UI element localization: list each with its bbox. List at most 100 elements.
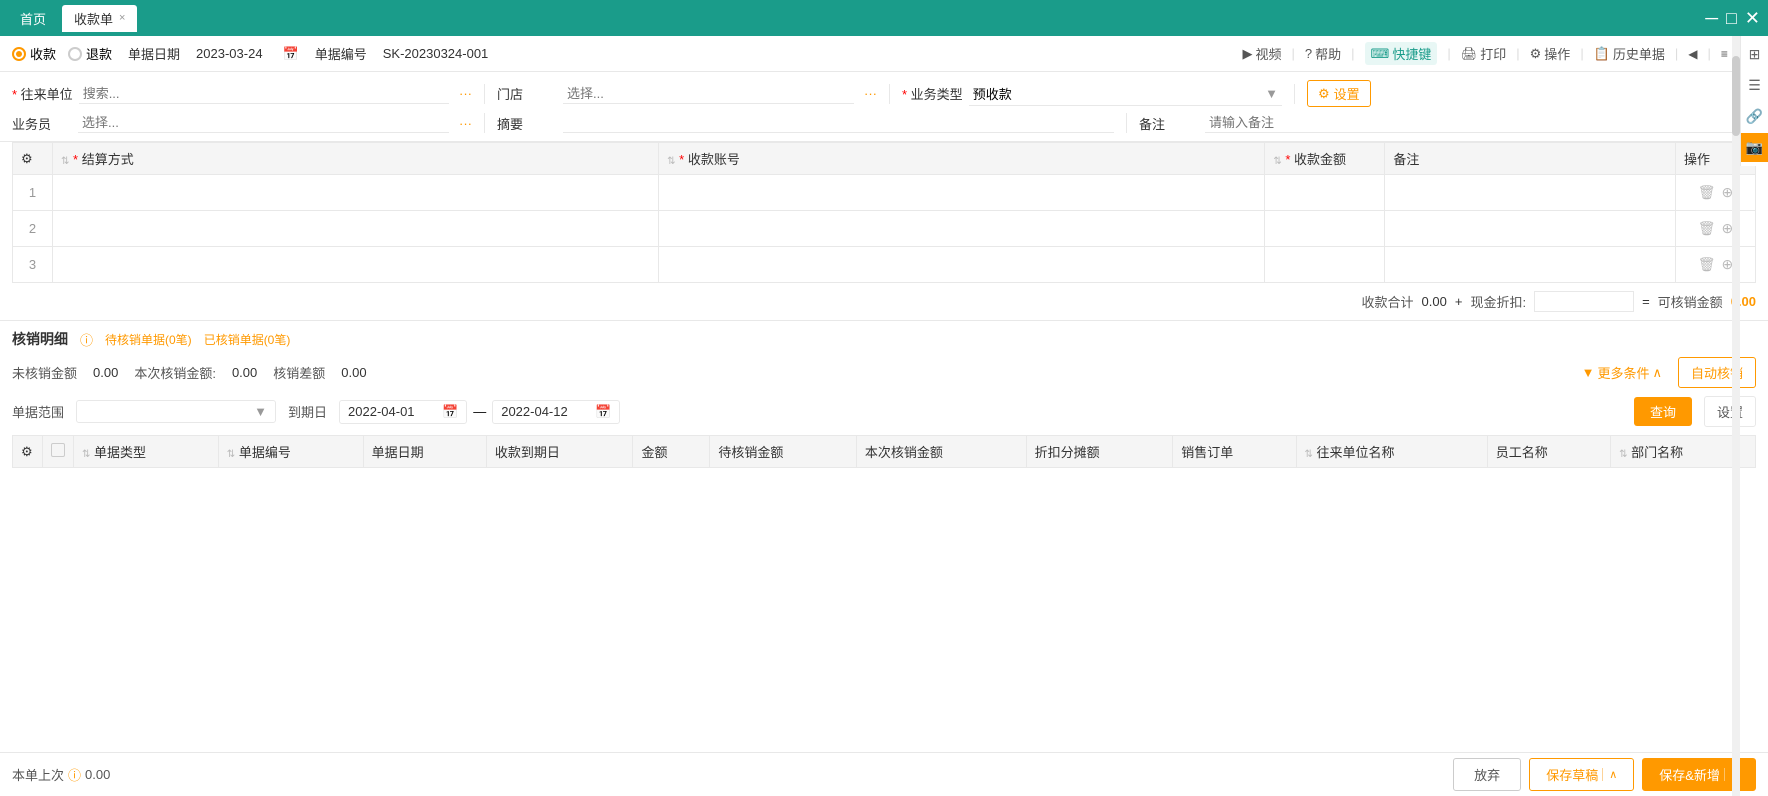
th-amount: 金额: [633, 436, 710, 468]
shortcut-btn[interactable]: ⌨ 快捷键: [1365, 42, 1438, 65]
row2-account[interactable]: [659, 211, 1265, 247]
right-panel-camera-icon[interactable]: 📷: [1741, 133, 1768, 162]
row3-settle[interactable]: [53, 247, 659, 283]
save-draft-btn[interactable]: 保存草稿 ∧: [1529, 758, 1634, 791]
business-type-dropdown[interactable]: 预收款 ▼: [969, 82, 1282, 106]
th-settings[interactable]: ⚙: [13, 143, 53, 175]
sep5: |: [1580, 46, 1583, 61]
discount-input[interactable]: [1534, 291, 1634, 312]
row3-amount[interactable]: [1265, 247, 1385, 283]
abstract-input[interactable]: [563, 113, 1114, 133]
top-nav: 首页 收款单 × ─ □ ✕: [0, 0, 1768, 36]
chevron-up-icon: ∧: [1652, 365, 1662, 381]
print-btn[interactable]: 🖨 打印: [1461, 44, 1507, 63]
help-icon: ?: [1305, 46, 1312, 61]
date-from-input[interactable]: [348, 404, 438, 419]
window-min-btn[interactable]: ─: [1705, 8, 1718, 29]
radio-tuidan-label: 退款: [86, 44, 112, 63]
verify-section: 核销明细 ⓘ 待核销单据(0笔) 已核销单据(0笔) 未核销金额 0.00 本次…: [0, 321, 1768, 476]
staff-input[interactable]: [78, 113, 449, 133]
row2-settle[interactable]: [53, 211, 659, 247]
row3-account[interactable]: [659, 247, 1265, 283]
row1-amount[interactable]: [1265, 175, 1385, 211]
pending-tab[interactable]: 待核销单据(0笔): [105, 331, 192, 348]
row1-note[interactable]: [1385, 175, 1676, 211]
verify-header: 核销明细 ⓘ 待核销单据(0笔) 已核销单据(0笔): [12, 329, 1756, 349]
nav-tab-close[interactable]: ×: [119, 12, 125, 24]
right-panel-list-icon[interactable]: ☰: [1741, 71, 1768, 100]
date-to-input[interactable]: [501, 404, 591, 419]
doc-no-value[interactable]: SK-20230324-001: [383, 46, 489, 61]
doc-range-select[interactable]: ▼: [76, 400, 276, 423]
row1-delete-icon[interactable]: 🗑: [1698, 184, 1716, 201]
date-range-dash: —: [473, 404, 486, 419]
calendar-from-icon[interactable]: 📅: [442, 404, 458, 420]
right-panel-table-icon[interactable]: ⊞: [1741, 40, 1768, 69]
row1-account[interactable]: [659, 175, 1265, 211]
nav-prev-btn[interactable]: ◀: [1688, 47, 1697, 61]
abandon-btn[interactable]: 放弃: [1453, 758, 1521, 791]
select-all-checkbox[interactable]: [51, 443, 65, 457]
verify-title: 核销明细: [12, 329, 68, 349]
verify-settings-btn[interactable]: 设置: [1704, 396, 1756, 427]
save-draft-chevron-icon: ∧: [1602, 768, 1617, 781]
query-btn[interactable]: 查询: [1634, 397, 1692, 426]
equals-sign: =: [1642, 294, 1650, 309]
abstract-field-group: 摘要: [497, 113, 1114, 133]
bottom-info: 本单上次 ⓘ 0.00: [12, 765, 110, 784]
sep6: |: [1675, 46, 1678, 61]
history-btn[interactable]: 📋 历史单据: [1594, 44, 1665, 63]
unchecked-label: 未核销金额: [12, 363, 77, 382]
scroll-track[interactable]: [1732, 36, 1740, 796]
staff-label: 业务员: [12, 114, 72, 133]
verify-info-icon[interactable]: ⓘ: [80, 330, 93, 349]
help-btn[interactable]: ? 帮助: [1305, 44, 1341, 63]
row1-settle[interactable]: [53, 175, 659, 211]
store-input[interactable]: [563, 84, 854, 104]
window-max-btn[interactable]: □: [1726, 8, 1737, 29]
table-settings-icon2[interactable]: ⚙: [21, 444, 33, 459]
date-to-box[interactable]: 📅: [492, 400, 620, 424]
sort-icon: ⇅: [61, 156, 69, 167]
window-close-btn[interactable]: ✕: [1745, 8, 1760, 29]
table-row: 1 🗑 ⊕: [13, 175, 1756, 211]
row3-note[interactable]: [1385, 247, 1676, 283]
store-more-icon[interactable]: ···: [864, 86, 877, 101]
print-icon: 🖨: [1461, 46, 1478, 62]
verify-stats: 未核销金额 0.00 本次核销金额: 0.00 核销差额 0.00 ▼ 更多条件…: [12, 357, 1756, 388]
operation-btn[interactable]: ⚙ 操作: [1530, 44, 1571, 63]
row2-amount[interactable]: [1265, 211, 1385, 247]
radio-tuidan[interactable]: 退款: [68, 44, 112, 63]
scroll-thumb[interactable]: [1732, 56, 1740, 136]
customer-more-icon[interactable]: ···: [459, 86, 472, 101]
th-settle-method: ⇅ 结算方式: [53, 143, 659, 175]
diff-label: 核销差额: [273, 363, 325, 382]
th-staff-name: 员工名称: [1487, 436, 1610, 468]
right-panel-link-icon[interactable]: 🔗: [1741, 102, 1768, 131]
due-date-label: 到期日: [288, 402, 327, 421]
row3-delete-icon[interactable]: 🗑: [1698, 256, 1716, 273]
video-btn[interactable]: ▶ 视频: [1243, 44, 1282, 63]
row2-delete-icon[interactable]: 🗑: [1698, 220, 1716, 237]
more-conditions-btn[interactable]: ▼ 更多条件 ∧: [1582, 363, 1662, 382]
history-icon: 📋: [1594, 46, 1610, 62]
customer-input[interactable]: [79, 84, 449, 104]
view-list-btn[interactable]: ≡: [1721, 47, 1728, 61]
staff-more-icon[interactable]: ···: [459, 116, 472, 131]
calendar-icon[interactable]: 📅: [283, 46, 299, 62]
settings-btn[interactable]: ⚙ 设置: [1307, 80, 1371, 107]
date-value[interactable]: 2023-03-24: [196, 46, 263, 61]
table-settings-icon[interactable]: ⚙: [21, 151, 33, 166]
calendar-to-icon[interactable]: 📅: [595, 404, 611, 420]
date-from-box[interactable]: 📅: [339, 400, 467, 424]
done-tab[interactable]: 已核销单据(0笔): [204, 331, 291, 348]
auto-verify-btn[interactable]: 自动核销: [1678, 357, 1756, 388]
radio-shoukuan[interactable]: 收款: [12, 44, 56, 63]
note-input[interactable]: [1205, 113, 1756, 133]
divider2: [889, 84, 890, 104]
th-this-verify: 本次核销金额: [856, 436, 1026, 468]
nav-home[interactable]: 首页: [8, 5, 58, 32]
row2-note[interactable]: [1385, 211, 1676, 247]
nav-tab-receipt[interactable]: 收款单 ×: [62, 5, 137, 32]
th-checkbox[interactable]: ⚙: [13, 436, 43, 468]
